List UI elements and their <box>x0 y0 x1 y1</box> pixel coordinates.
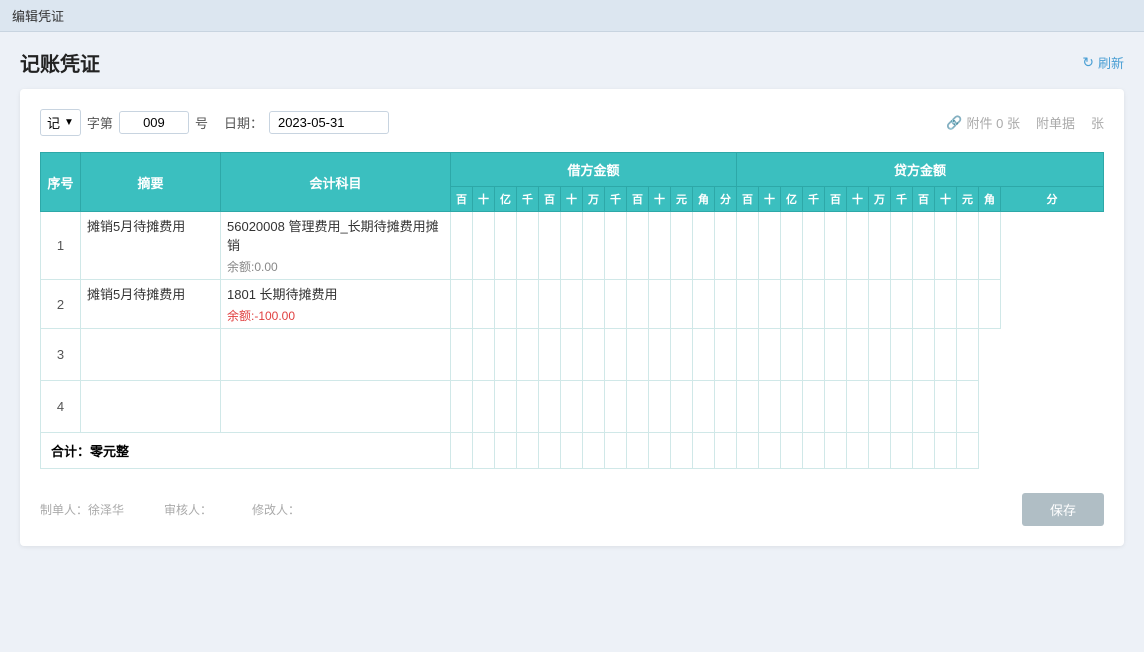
field-label: 字第 <box>87 113 113 132</box>
col-summary: 摘要 <box>81 153 221 212</box>
sub-c9: 百 <box>913 187 935 212</box>
row4-no: 4 <box>41 381 81 433</box>
sub-c2: 十 <box>759 187 781 212</box>
col-credit: 贷方金额 <box>737 153 1104 187</box>
creator-label: 制单人：徐泽华 <box>40 501 124 518</box>
row3-summary[interactable] <box>81 329 221 381</box>
row2-no: 2 <box>41 280 81 329</box>
sub-d1: 百 <box>451 187 473 212</box>
row2-balance: 余额:-100.00 <box>227 307 444 324</box>
row1-no: 1 <box>41 212 81 280</box>
modifier-label: 修改人： <box>252 501 300 518</box>
save-button[interactable]: 保存 <box>1022 493 1104 526</box>
sub-c8: 千 <box>891 187 913 212</box>
sub-d9: 百 <box>627 187 649 212</box>
main-content: 记账凭证 ↻ 刷新 记 ▼ 字第 号 日期： <box>0 32 1144 652</box>
paperclip-icon: 🔗 <box>946 115 962 131</box>
row1-balance: 余额:0.00 <box>227 258 444 275</box>
summary-row: 合计：零元整 <box>41 433 1104 469</box>
sub-c11: 元 <box>957 187 979 212</box>
attachment-link[interactable]: 🔗 附件 0 张 <box>946 113 1020 132</box>
date-label: 日期： <box>224 113 263 132</box>
sub-c7: 万 <box>869 187 891 212</box>
row1-summary[interactable]: 摊销5月待摊费用 <box>81 212 221 280</box>
refresh-icon: ↻ <box>1082 54 1094 71</box>
col-account: 会计科目 <box>221 153 451 212</box>
refresh-label: 刷新 <box>1098 53 1124 72</box>
table-row: 2 摊销5月待摊费用 1801 长期待摊费用 余额:-100.00 <box>41 280 1104 329</box>
chevron-down-icon: ▼ <box>64 117 74 128</box>
sub-d2: 十 <box>473 187 495 212</box>
col-seq: 序号 <box>41 153 81 212</box>
sub-d4: 千 <box>517 187 539 212</box>
sub-d6: 十 <box>561 187 583 212</box>
attachment-area: 🔗 附件 0 张 附单据 张 <box>946 113 1104 132</box>
sub-d3: 亿 <box>495 187 517 212</box>
table-row: 4 <box>41 381 1104 433</box>
type-select[interactable]: 记 ▼ <box>40 109 81 136</box>
summary-label: 合计：零元整 <box>41 433 451 469</box>
row3-no: 3 <box>41 329 81 381</box>
attach-count: 张 <box>1091 113 1104 132</box>
sub-c4: 千 <box>803 187 825 212</box>
row4-account[interactable] <box>221 381 451 433</box>
row2-summary[interactable]: 摊销5月待摊费用 <box>81 280 221 329</box>
sub-d7: 万 <box>583 187 605 212</box>
sub-c6: 十 <box>847 187 869 212</box>
sub-d5: 百 <box>539 187 561 212</box>
title-bar: 编辑凭证 <box>0 0 1144 32</box>
sub-d8: 千 <box>605 187 627 212</box>
sub-d13: 分 <box>715 187 737 212</box>
date-input[interactable] <box>269 111 389 134</box>
row1-summary-text: 摊销5月待摊费用 <box>87 216 214 235</box>
unit-label: 号 <box>195 113 208 132</box>
table-row: 3 <box>41 329 1104 381</box>
sub-c10: 十 <box>935 187 957 212</box>
row1-account[interactable]: 56020008 管理费用_长期待摊费用摊销 余额:0.00 <box>221 212 451 280</box>
type-value: 记 <box>47 113 60 132</box>
voucher-table: 序号 摘要 会计科目 借方金额 贷方金额 百 十 亿 千 百 十 万 <box>40 152 1104 469</box>
row2-account-text: 1801 长期待摊费用 <box>227 284 444 303</box>
attach-sublabel: 附单据 <box>1036 113 1075 132</box>
sub-c12: 角 <box>979 187 1001 212</box>
sub-c3: 亿 <box>781 187 803 212</box>
row4-summary[interactable] <box>81 381 221 433</box>
type-group: 记 ▼ 字第 号 <box>40 109 208 136</box>
date-group: 日期： <box>224 111 389 134</box>
row3-account[interactable] <box>221 329 451 381</box>
sub-c5: 百 <box>825 187 847 212</box>
row2-account[interactable]: 1801 长期待摊费用 余额:-100.00 <box>221 280 451 329</box>
page-header: 记账凭证 ↻ 刷新 <box>20 48 1124 77</box>
field-number-input[interactable] <box>119 111 189 134</box>
table-header-main: 序号 摘要 会计科目 借方金额 贷方金额 <box>41 153 1104 187</box>
form-row: 记 ▼ 字第 号 日期： 🔗 附件 0 张 附单据 张 <box>40 109 1104 136</box>
footer-row: 制单人：徐泽华 审核人： 修改人： 保存 <box>40 483 1104 526</box>
sub-d10: 十 <box>649 187 671 212</box>
row2-summary-text: 摊销5月待摊费用 <box>87 284 214 303</box>
table-row: 1 摊销5月待摊费用 56020008 管理费用_长期待摊费用摊销 余额:0.0… <box>41 212 1104 280</box>
voucher-card: 记 ▼ 字第 号 日期： 🔗 附件 0 张 附单据 张 <box>20 89 1124 546</box>
sub-d12: 角 <box>693 187 715 212</box>
sub-d11: 元 <box>671 187 693 212</box>
sub-c13: 分 <box>1001 187 1104 212</box>
title-bar-text: 编辑凭证 <box>12 6 64 25</box>
refresh-button[interactable]: ↻ 刷新 <box>1082 53 1124 72</box>
reviewer-label: 审核人： <box>164 501 212 518</box>
sub-c1: 百 <box>737 187 759 212</box>
row1-account-text: 56020008 管理费用_长期待摊费用摊销 <box>227 216 444 254</box>
attachment-label: 附件 0 张 <box>967 113 1020 132</box>
page-title: 记账凭证 <box>20 48 100 77</box>
col-debit: 借方金额 <box>451 153 737 187</box>
